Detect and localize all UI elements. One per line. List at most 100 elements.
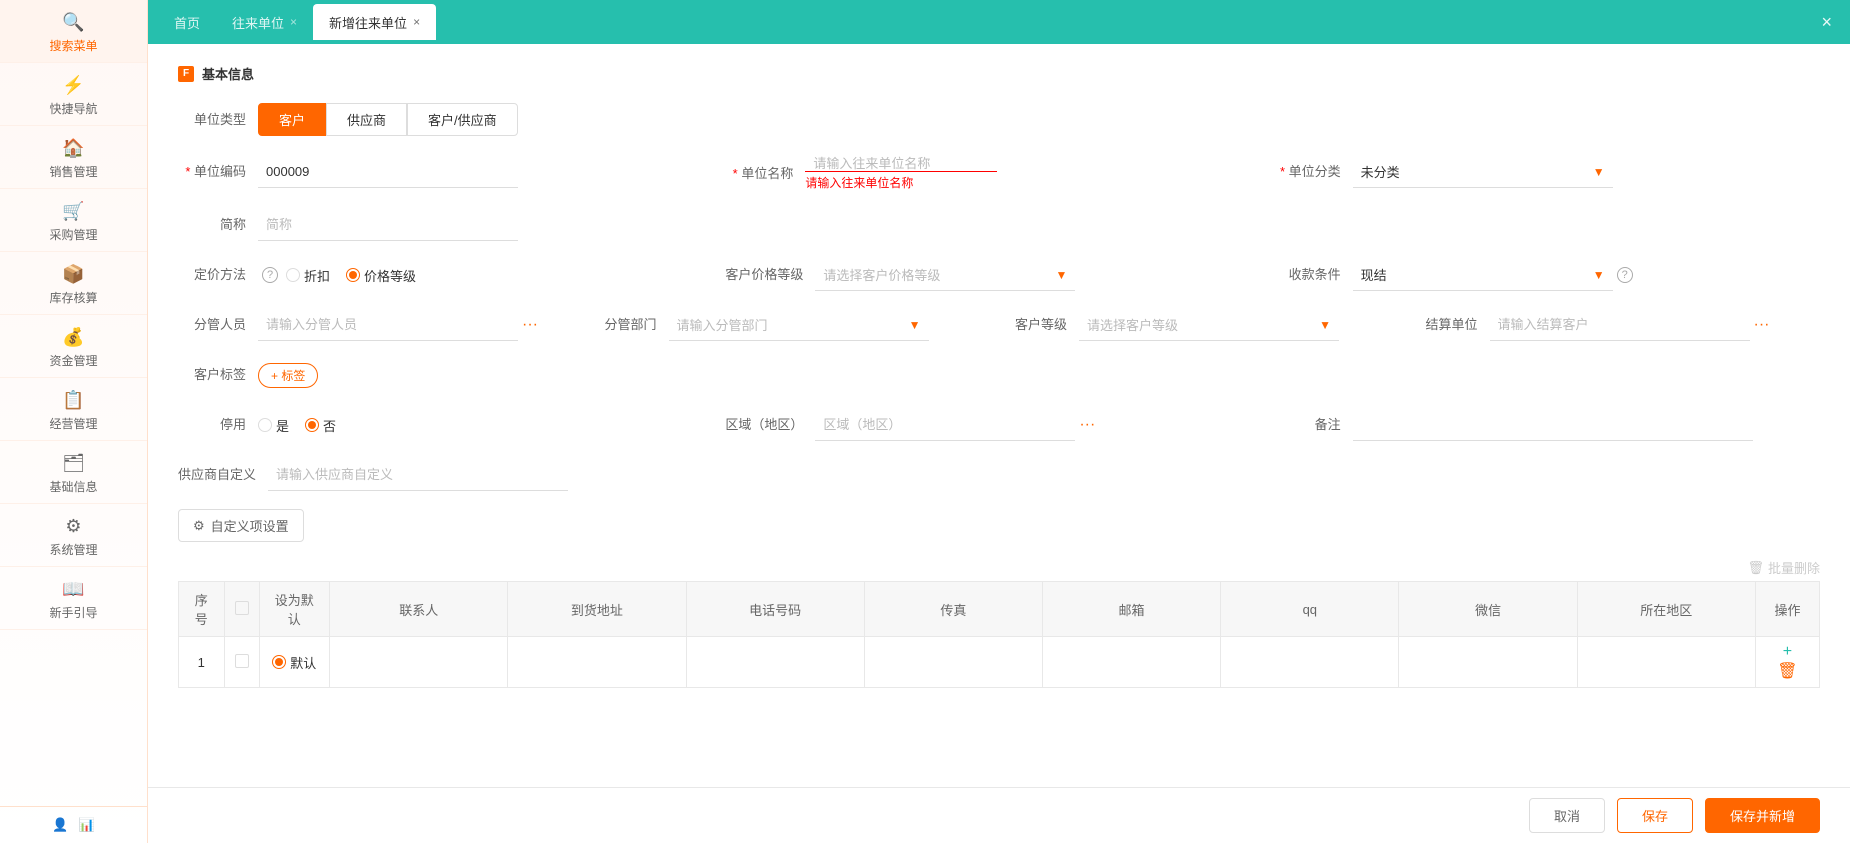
batch-delete-label[interactable]: 批量删除 [1768,558,1820,577]
tab-new-counterparty-label: 新增往来单位 [329,13,407,32]
unit-type-both-btn[interactable]: 客户/供应商 [407,103,518,136]
disabled-label: 停用 [178,409,258,441]
unit-category-select[interactable]: 未分类 ▼ [1353,156,1613,188]
row-address[interactable] [508,637,686,688]
sidebar-item-guide[interactable]: 📖 新手引导 [0,567,147,630]
row-contact-input[interactable] [340,655,497,670]
disabled-no-radio[interactable]: 否 [305,416,336,435]
row-qq[interactable] [1221,637,1399,688]
settlement-unit-field: 结算单位 ··· [1410,309,1821,341]
row-default-circle [272,655,286,669]
settlement-unit-input[interactable] [1490,309,1750,341]
row-wechat-input[interactable] [1409,655,1566,670]
row-fax[interactable] [864,637,1042,688]
row-default-label: 默认 [290,653,316,672]
customer-tag-field: 客户标签 + 标签 [178,359,1820,391]
payment-terms-help-icon[interactable]: ? [1617,267,1633,283]
content-area: F 基本信息 单位类型 客户 供应商 客户/供应商 单位编码 单位名称 请输入往… [148,44,1850,843]
department-select[interactable]: 请输入分管部门 ▼ [669,309,929,341]
row-location[interactable] [1577,637,1755,688]
tab-new-counterparty[interactable]: 新增往来单位 × [313,4,436,40]
sidebar-item-quick-nav-label: 快捷导航 [49,100,97,117]
customer-tag-label: 客户标签 [178,359,258,391]
pricing-discount-radio[interactable]: 折扣 [286,266,330,285]
tab-counterparty[interactable]: 往来单位 × [216,4,313,40]
pricing-help-icon[interactable]: ? [262,267,278,283]
supplier-custom-field: 供应商自定义 [178,459,1820,491]
tab-new-counterparty-close[interactable]: × [413,16,420,28]
row-email-input[interactable] [1053,655,1210,670]
sidebar-item-system-label: 系统管理 [49,541,97,558]
col-contact: 联系人 [330,582,508,637]
row-phone-input[interactable] [697,655,854,670]
region-more-icon[interactable]: ··· [1075,416,1099,434]
unit-category-arrow-icon: ▼ [1593,165,1605,179]
row-default-radio[interactable]: 默认 [270,653,320,672]
unit-name-input[interactable] [805,156,997,172]
form-row-supplier-custom: 供应商自定义 [178,459,1820,491]
sidebar-item-quick-nav[interactable]: ⚡ 快捷导航 [0,63,147,126]
sidebar-item-inventory[interactable]: 📦 库存核算 [0,252,147,315]
payment-terms-select[interactable]: 现结 ▼ [1353,259,1613,291]
customer-level-select[interactable]: 请选择客户等级 ▼ [1079,309,1339,341]
row-location-input[interactable] [1588,655,1745,670]
save-button[interactable]: 保存 [1617,798,1693,833]
unit-type-customer-btn[interactable]: 客户 [258,103,326,136]
form-row-supervisor: 分管人员 ··· 分管部门 请输入分管部门 ▼ 客户等级 请选择客户等级 ▼ 结… [178,309,1820,341]
row-phone[interactable] [686,637,864,688]
disabled-yes-label: 是 [276,416,289,435]
region-input[interactable] [815,409,1075,441]
row-wechat[interactable] [1399,637,1577,688]
sidebar-item-sales[interactable]: 🏠 销售管理 [0,126,147,189]
unit-type-supplier-btn[interactable]: 供应商 [326,103,407,136]
sidebar-item-operations[interactable]: 📋 经营管理 [0,378,147,441]
sales-icon: 🏠 [62,138,84,159]
row-add-icon[interactable]: + [1780,643,1795,660]
row-email[interactable] [1042,637,1220,688]
custom-settings-button[interactable]: ⚙ 自定义项设置 [178,509,304,542]
tab-home-label: 首页 [174,13,200,32]
quick-nav-icon: ⚡ [62,75,84,96]
remark-input[interactable] [1353,409,1753,441]
supplier-custom-input[interactable] [268,459,568,491]
payment-terms-value: 现结 [1361,265,1387,284]
table-row: 1 默认 [179,637,1820,688]
sidebar-item-base-info[interactable]: 🗂 基础信息 [0,441,147,504]
save-new-button[interactable]: 保存并新增 [1705,798,1820,833]
payment-terms-arrow-icon: ▼ [1593,268,1605,282]
row-fax-input[interactable] [875,655,1032,670]
settlement-unit-more-icon[interactable]: ··· [1750,316,1774,334]
header-checkbox[interactable] [235,601,249,615]
row-address-input[interactable] [518,655,675,670]
sidebar-item-finance-label: 资金管理 [49,352,97,369]
cancel-button[interactable]: 取消 [1529,798,1605,833]
abbr-input[interactable] [258,209,518,241]
row-qq-input[interactable] [1231,655,1388,670]
window-close-button[interactable]: × [1813,12,1840,33]
sidebar-item-system[interactable]: ⚙ 系统管理 [0,504,147,567]
supervisor-more-icon[interactable]: ··· [518,316,542,334]
add-tag-button[interactable]: + 标签 [258,363,318,388]
sidebar-item-base-info-label: 基础信息 [49,478,97,495]
sidebar-item-purchase[interactable]: 🛒 采购管理 [0,189,147,252]
row-checkbox-input[interactable] [235,654,249,668]
customer-price-level-label: 客户价格等级 [725,259,815,291]
form-row-disabled: 停用 是 否 区域（地区） ··· 备注 [178,409,1820,441]
sidebar-item-purchase-label: 采购管理 [49,226,97,243]
supervisor-field: 分管人员 ··· [178,309,589,341]
tab-home[interactable]: 首页 [158,4,216,40]
sidebar-item-finance[interactable]: 💰 资金管理 [0,315,147,378]
customer-price-level-select[interactable]: 请选择客户价格等级 ▼ [815,259,1075,291]
pricing-method-field: 定价方法 ? 折扣 价格等级 [178,259,725,291]
form-row-abbr: 简称 [178,209,1820,241]
settlement-unit-label: 结算单位 [1410,309,1490,341]
customer-level-arrow-icon: ▼ [1319,318,1331,332]
sidebar-item-search[interactable]: 🔍 搜索菜单 [0,0,147,63]
tab-counterparty-close[interactable]: × [290,16,297,28]
row-delete-icon[interactable]: 🗑 [1774,663,1800,680]
disabled-yes-radio[interactable]: 是 [258,416,289,435]
row-contact[interactable] [330,637,508,688]
pricing-level-radio[interactable]: 价格等级 [346,266,416,285]
supervisor-input[interactable] [258,309,518,341]
unit-code-input[interactable] [258,156,518,188]
